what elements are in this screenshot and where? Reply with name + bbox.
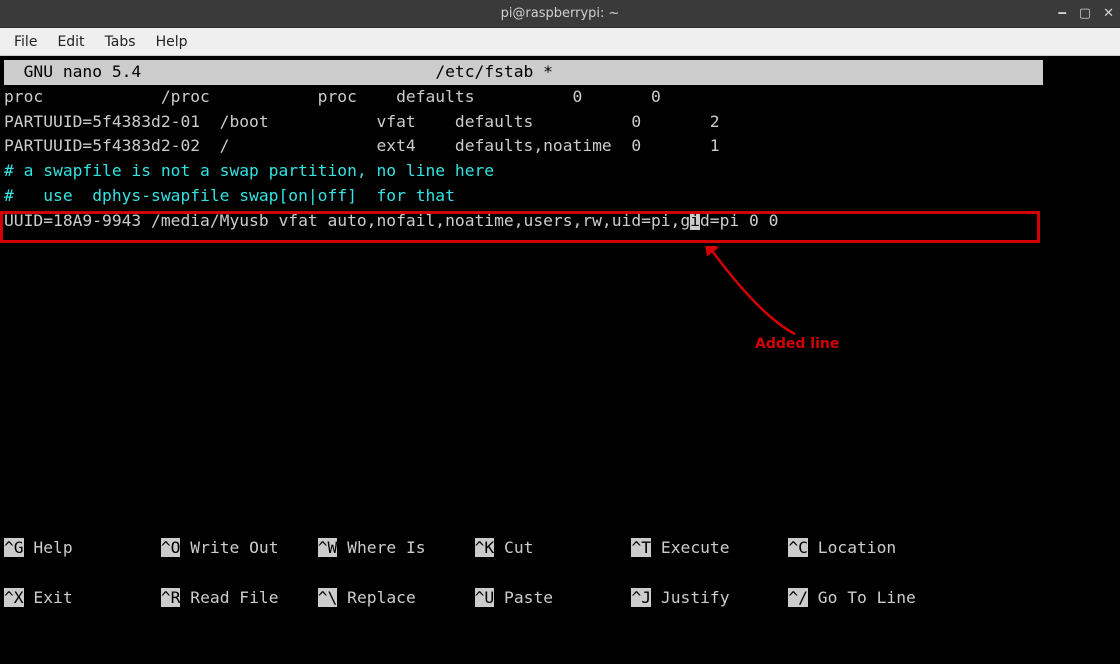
fstab-line-3: PARTUUID=5f4383d2-02 / ext4 defaults,noa… [4,134,1116,159]
shortcut-readfile-text: Read File [190,588,278,607]
sp15 [730,538,789,557]
annotation-arrow-icon [700,246,810,336]
nano-header-spacer2 [553,60,1043,85]
nano-shortcut-row-1: ^G Help ^O Write Out ^W Where Is ^K Cut … [4,536,1116,561]
menu-tabs[interactable]: Tabs [97,32,144,52]
nano-shortcut-row-2: ^X Exit ^R Read File ^\ Replace ^U Paste… [4,586,1116,611]
sp23a [337,588,347,607]
shortcut-help-key[interactable]: ^G [4,538,24,557]
shortcut-whereis-key[interactable]: ^W [318,538,338,557]
sp13 [426,538,475,557]
annotation-label: Added line [755,332,839,357]
shortcut-replace-key[interactable]: ^\ [318,588,338,607]
shortcut-exit-text: Exit [33,588,72,607]
sp21a [24,588,34,607]
sp24a [494,588,504,607]
fstab-added-line: UUID=18A9-9943 /media/Myusb vfat auto,no… [4,209,1116,234]
window-titlebar: pi@raspberrypi: ~ 🗕 ▢ ✕ [0,0,1120,28]
shortcut-gotoline-key[interactable]: ^/ [788,588,808,607]
menu-file[interactable]: File [6,32,45,52]
shortcut-help-label [24,538,34,557]
nano-header-left: GNU nano 5.4 [4,60,141,85]
fstab-line-2: PARTUUID=5f4383d2-01 /boot vfat defaults… [4,110,1116,135]
shortcut-writeout-text: Write Out [190,538,278,557]
sp21 [73,588,161,607]
shortcut-paste-key[interactable]: ^U [475,588,495,607]
shortcut-justify-key[interactable]: ^J [631,588,651,607]
nano-header-spacer1 [141,60,435,85]
added-line-post: d=pi 0 0 [700,211,778,230]
shortcut-cut-key[interactable]: ^K [475,538,495,557]
sp22a [180,588,190,607]
sp23 [416,588,475,607]
sp12 [279,538,318,557]
shortcut-execute-text: Execute [661,538,730,557]
menu-help[interactable]: Help [148,32,196,52]
shortcut-readfile-key[interactable]: ^R [161,588,181,607]
shortcut-location-key[interactable]: ^C [788,538,808,557]
shortcut-cut-text: Cut [504,538,533,557]
fstab-comment-1: # a swapfile is not a swap partition, no… [4,159,1116,184]
fstab-line-1: proc /proc proc defaults 0 0 [4,85,1116,110]
shortcut-location-text: Location [818,538,896,557]
sp26a [808,588,818,607]
editor-cursor: i [690,211,700,230]
added-line-pre: UUID=18A9-9943 /media/Myusb vfat auto,no… [4,211,690,230]
shortcut-replace-text: Replace [347,588,416,607]
sp25a [651,588,661,607]
menu-edit[interactable]: Edit [49,32,92,52]
sp15a [651,538,661,557]
shortcut-writeout-key[interactable]: ^O [161,538,181,557]
sp11 [73,538,161,557]
shortcut-exit-key[interactable]: ^X [4,588,24,607]
shortcut-whereis-text: Where Is [347,538,425,557]
shortcut-justify-text: Justify [661,588,730,607]
fstab-comment-2: # use dphys-swapfile swap[on|off] for th… [4,184,1116,209]
menubar: File Edit Tabs Help [0,28,1120,56]
sp12a [180,538,190,557]
maximize-icon[interactable]: ▢ [1079,6,1091,21]
minimize-icon[interactable]: 🗕 [1058,3,1067,25]
sp24 [553,588,631,607]
nano-header-row: GNU nano 5.4 /etc/fstab * [4,60,1116,85]
sp22 [279,588,318,607]
shortcut-execute-key[interactable]: ^T [631,538,651,557]
terminal[interactable]: GNU nano 5.4 /etc/fstab * proc /proc pro… [0,56,1120,664]
sp14 [533,538,631,557]
shortcut-paste-text: Paste [504,588,553,607]
shortcut-help-text: Help [33,538,72,557]
close-icon[interactable]: ✕ [1103,6,1114,21]
window-controls: 🗕 ▢ ✕ [1058,0,1114,27]
sp25 [730,588,789,607]
sp13a [337,538,347,557]
sp16a [808,538,818,557]
nano-footer: ^G Help ^O Write Out ^W Where Is ^K Cut … [4,511,1116,660]
window-title: pi@raspberrypi: ~ [501,6,620,21]
shortcut-gotoline-text: Go To Line [818,588,916,607]
sp14a [494,538,504,557]
nano-header-filename: /etc/fstab * [435,60,553,85]
